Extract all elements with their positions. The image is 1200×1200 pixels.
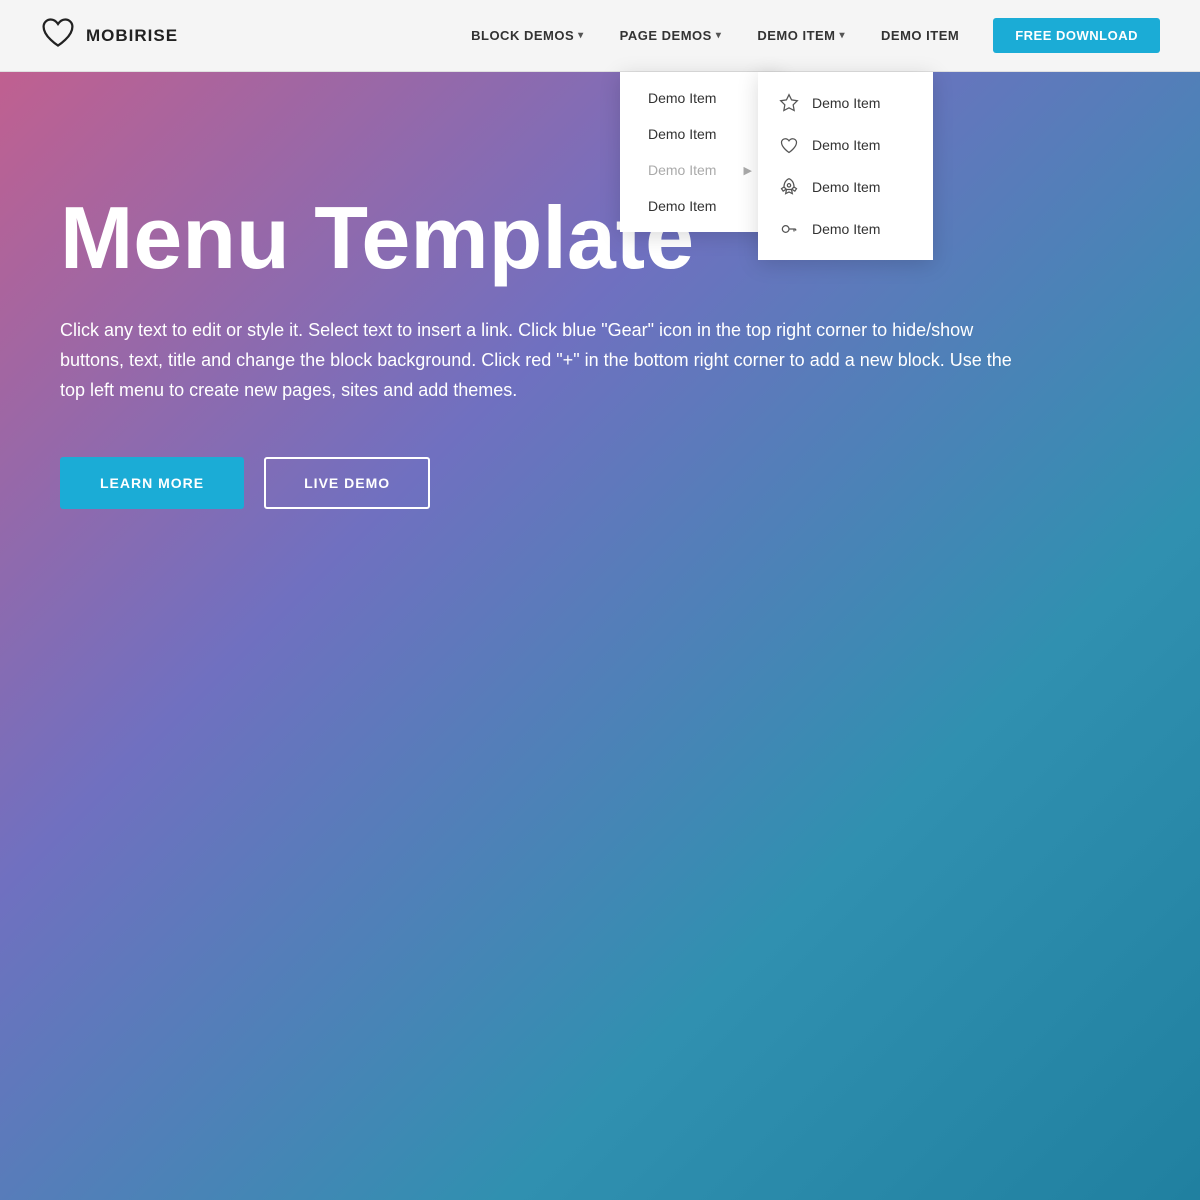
heart-icon (40, 15, 76, 56)
hero-description: Click any text to edit or style it. Sele… (60, 316, 1040, 405)
dropdown-sub-item-4[interactable]: Demo Item (758, 208, 933, 250)
dropdown-item-4[interactable]: Demo Item (620, 188, 780, 224)
free-download-button[interactable]: FREE DOWNLOAD (993, 18, 1160, 53)
dropdown-secondary-menu: Demo Item Demo Item Demo Item (758, 72, 933, 260)
live-demo-button[interactable]: LIVE DEMO (264, 457, 430, 509)
nav-demo-item-1[interactable]: DEMO ITEM ▾ (743, 20, 859, 51)
dropdown-item-2[interactable]: Demo Item (620, 116, 780, 152)
nav-block-demos[interactable]: BLOCK DEMOS ▾ (457, 20, 598, 51)
star-icon (778, 92, 800, 114)
dropdown-sub-item-3[interactable]: Demo Item (758, 166, 933, 208)
hero-section: Menu Template Click any text to edit or … (0, 72, 1200, 1200)
brand-name: MOBIRISE (86, 26, 178, 46)
hero-buttons: LEARN MORE LIVE DEMO (60, 457, 1140, 509)
dropdown-item-3[interactable]: Demo Item ▶ (620, 152, 780, 188)
nav-links: BLOCK DEMOS ▾ PAGE DEMOS ▾ DEMO ITEM ▾ D… (457, 18, 1160, 53)
learn-more-button[interactable]: LEARN MORE (60, 457, 244, 509)
nav-page-demos[interactable]: PAGE DEMOS ▾ (606, 20, 736, 51)
rocket-icon (778, 176, 800, 198)
brand[interactable]: MOBIRISE (40, 15, 178, 56)
chevron-down-icon: ▾ (840, 30, 846, 41)
heart-icon (778, 134, 800, 156)
nav-demo-item-2[interactable]: DEMO ITEM (867, 20, 973, 51)
dropdown-primary-menu: Demo Item Demo Item Demo Item ▶ Demo Ite… (620, 72, 780, 232)
chevron-right-icon: ▶ (744, 164, 752, 177)
navbar: MOBIRISE BLOCK DEMOS ▾ PAGE DEMOS ▾ DEMO… (0, 0, 1200, 72)
dropdown-item-1[interactable]: Demo Item (620, 80, 780, 116)
key-icon (778, 218, 800, 240)
chevron-down-icon: ▾ (716, 30, 722, 41)
dropdown-sub-item-2[interactable]: Demo Item (758, 124, 933, 166)
dropdown-sub-item-1[interactable]: Demo Item (758, 82, 933, 124)
chevron-down-icon: ▾ (578, 30, 584, 41)
